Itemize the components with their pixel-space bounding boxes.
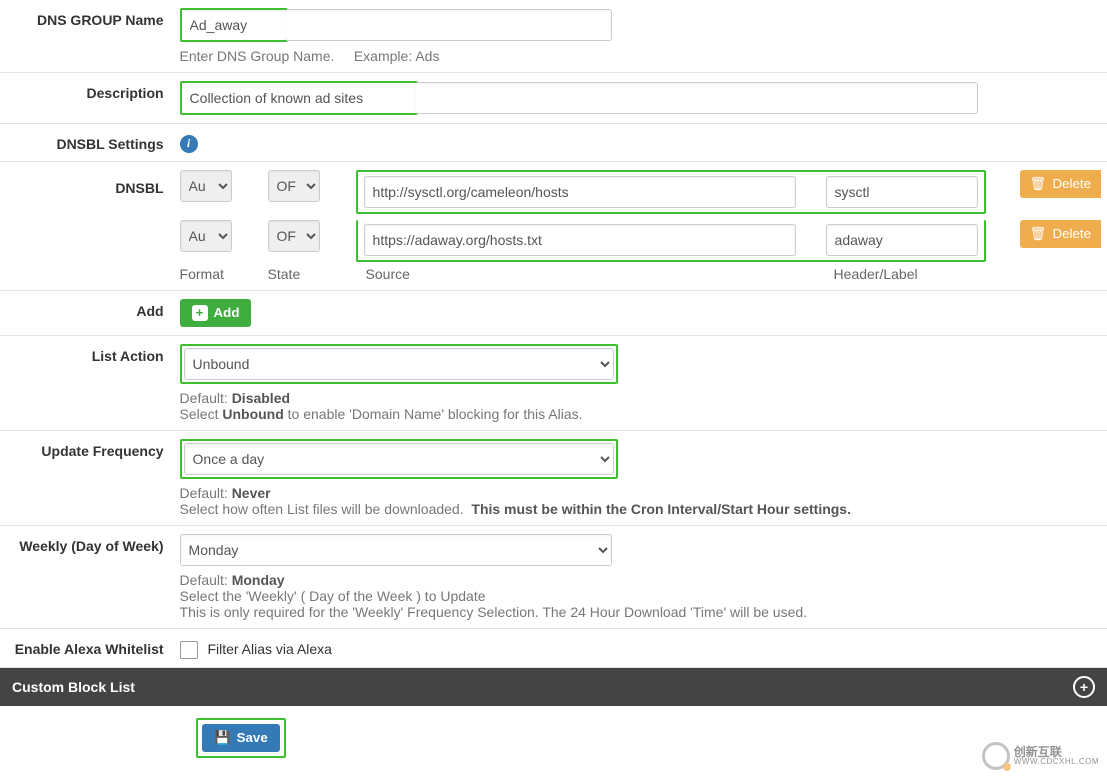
update-help-bold: This must be within the Cron Interval/St… (471, 501, 851, 517)
dnsbl-source-0[interactable] (364, 176, 796, 208)
group-name-extra-input[interactable] (285, 9, 612, 41)
label-group-name: DNS GROUP Name (0, 0, 174, 73)
col-source: Source (356, 266, 806, 282)
dnsbl-format-1[interactable]: Au (180, 220, 232, 252)
update-default-label: Default: (180, 485, 228, 501)
update-help-1: Select how often List files will be down… (180, 501, 464, 517)
plus-icon: + (192, 305, 208, 321)
watermark: 创新互联 WWW.CDCXHL.COM (982, 742, 1099, 770)
dnsbl-delete-0[interactable]: 🗑Delete (1020, 170, 1101, 198)
dnsbl-delete-1[interactable]: 🗑Delete (1020, 220, 1101, 248)
description-input[interactable] (182, 83, 416, 113)
dnsbl-source-1[interactable] (364, 224, 796, 256)
group-name-help2: Example: Ads (354, 48, 440, 64)
label-weekly: Weekly (Day of Week) (0, 525, 174, 628)
save-button[interactable]: 💾 Save (202, 724, 280, 752)
label-description: Description (0, 73, 174, 124)
watermark-en: WWW.CDCXHL.COM (1014, 758, 1099, 766)
weekly-select[interactable]: Monday (180, 534, 612, 566)
weekly-help-2: This is only required for the 'Weekly' F… (180, 604, 808, 620)
dnsbl-state-0[interactable]: OF (268, 170, 320, 202)
watermark-logo-icon (982, 742, 1010, 770)
description-extra-input[interactable] (415, 82, 978, 114)
col-format: Format (180, 266, 240, 282)
panel-title: Custom Block List (12, 679, 135, 695)
col-header: Header/Label (834, 266, 918, 282)
list-action-select[interactable]: Unbound (184, 348, 614, 380)
group-name-input[interactable] (182, 10, 286, 40)
floppy-icon: 💾 (214, 730, 231, 746)
label-dnsbl-settings: DNSBL Settings (0, 124, 174, 162)
weekly-default-label: Default: (180, 572, 228, 588)
custom-block-list-panel[interactable]: Custom Block List + (0, 668, 1107, 706)
add-button[interactable]: + Add (180, 299, 252, 327)
group-name-help1: Enter DNS Group Name. (180, 48, 335, 64)
info-icon[interactable]: i (180, 135, 198, 153)
label-list-action: List Action (0, 335, 174, 430)
trash-icon: 🗑 (1030, 176, 1047, 192)
dnsbl-state-1[interactable]: OF (268, 220, 320, 252)
update-frequency-select[interactable]: Once a day (184, 443, 614, 475)
list-action-default-label: Default: (180, 390, 228, 406)
dnsbl-header-1[interactable] (826, 224, 978, 256)
dnsbl-format-0[interactable]: Au (180, 170, 232, 202)
trash-icon: 🗑 (1030, 226, 1047, 242)
plus-circle-icon[interactable]: + (1073, 676, 1095, 698)
update-default-val: Never (232, 485, 271, 501)
label-dnsbl: DNSBL (0, 161, 174, 290)
dnsbl-header-0[interactable] (826, 176, 978, 208)
watermark-cn: 创新互联 (1014, 746, 1099, 758)
weekly-help-1: Select the 'Weekly' ( Day of the Week ) … (180, 588, 486, 604)
list-action-help-1: Select (180, 406, 219, 422)
alexa-checkbox-label: Filter Alias via Alexa (207, 641, 332, 657)
label-add: Add (0, 290, 174, 335)
label-alexa: Enable Alexa Whitelist (0, 628, 174, 667)
weekly-default-val: Monday (232, 572, 285, 588)
list-action-help-2: to enable 'Domain Name' blocking for thi… (288, 406, 583, 422)
alexa-checkbox[interactable] (180, 641, 198, 659)
label-update-frequency: Update Frequency (0, 430, 174, 525)
col-state: State (268, 266, 328, 282)
list-action-default-val: Disabled (232, 390, 290, 406)
list-action-help-bold: Unbound (222, 406, 283, 422)
